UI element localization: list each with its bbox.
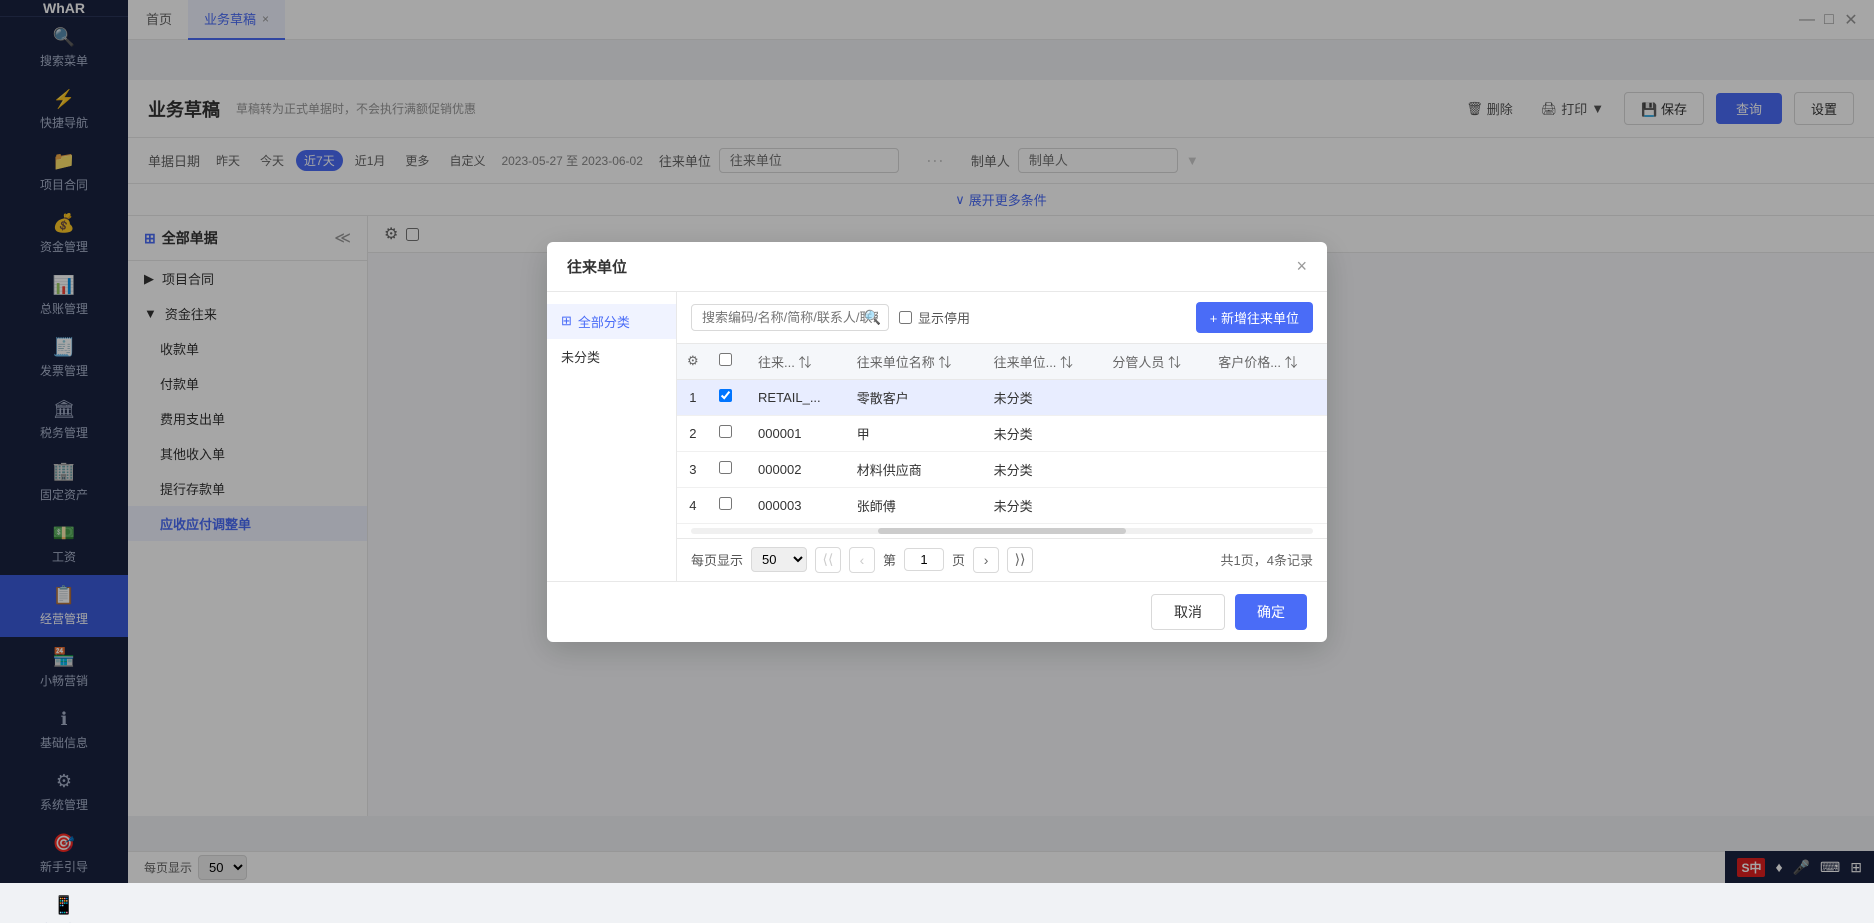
table-header-row: ⚙ 往来... ⇅ 往来单位名称 ⇅ [677, 344, 1327, 380]
row-code: 000001 [748, 415, 847, 451]
page-label: 页 [952, 550, 965, 569]
page-size-label: 每页显示 [691, 550, 743, 569]
row-num: 1 [677, 379, 709, 415]
row-checkbox[interactable] [709, 451, 748, 487]
row-manager [1102, 415, 1208, 451]
row-category: 未分类 [984, 451, 1103, 487]
modal-sidebar-all[interactable]: ⊞ 全部分类 [547, 304, 676, 339]
modal-select-all[interactable] [719, 353, 732, 366]
row-num: 4 [677, 487, 709, 523]
row-name: 材料供应商 [847, 451, 984, 487]
page-number-input[interactable] [904, 548, 944, 571]
row-category: 未分类 [984, 379, 1103, 415]
modal-table: ⚙ 往来... ⇅ 往来单位名称 ⇅ [677, 344, 1327, 524]
modal-toolbar: 🔍 显示停用 + 新增往来单位 [677, 292, 1327, 344]
row-code: RETAIL_... [748, 379, 847, 415]
table-row[interactable]: 2 000001 甲 未分类 [677, 415, 1327, 451]
row-manager [1102, 451, 1208, 487]
sort-icon3: ⇅ [1060, 355, 1073, 370]
row-checkbox[interactable] [709, 487, 748, 523]
row-category: 未分类 [984, 415, 1103, 451]
confirm-button[interactable]: 确定 [1235, 594, 1307, 630]
last-page-button[interactable]: ⟩⟩ [1007, 547, 1033, 573]
th-category[interactable]: 往来单位... ⇅ [984, 344, 1103, 380]
modal-close-button[interactable]: × [1296, 257, 1307, 275]
settings-col-icon: ⚙ [687, 353, 699, 368]
modal-header: 往来单位 × [547, 242, 1327, 292]
th-code[interactable]: 往来... ⇅ [748, 344, 847, 380]
table-row[interactable]: 1 RETAIL_... 零散客户 未分类 [677, 379, 1327, 415]
show-disabled-checkbox[interactable] [899, 311, 912, 324]
modal-main: 🔍 显示停用 + 新增往来单位 ⚙ [677, 292, 1327, 581]
page-jump-label: 第 [883, 550, 896, 569]
row-price [1208, 487, 1327, 523]
row-price [1208, 415, 1327, 451]
row-num: 3 [677, 451, 709, 487]
modal-body: ⊞ 全部分类 未分类 🔍 显示停用 [547, 292, 1327, 581]
row-name: 甲 [847, 415, 984, 451]
th-manager[interactable]: 分管人员 ⇅ [1102, 344, 1208, 380]
scrollbar-thumb[interactable] [878, 528, 1127, 534]
prev-page-button[interactable]: ‹ [849, 547, 875, 573]
th-price[interactable]: 客户价格... ⇅ [1208, 344, 1327, 380]
row-name: 零散客户 [847, 379, 984, 415]
modal-search-icon: 🔍 [864, 309, 881, 326]
row-name: 张師傅 [847, 487, 984, 523]
modal-actions: 取消 确定 [547, 581, 1327, 642]
sort-icon: ⇅ [799, 355, 812, 370]
sort-icon5: ⇅ [1285, 355, 1298, 370]
modal-search-input[interactable] [691, 304, 889, 331]
row-num: 2 [677, 415, 709, 451]
show-disabled-wrap: 显示停用 [899, 308, 970, 327]
th-settings: ⚙ [677, 344, 709, 380]
next-page-button[interactable]: › [973, 547, 999, 573]
table-row[interactable]: 4 000003 张師傅 未分类 [677, 487, 1327, 523]
grid2-icon: ⊞ [561, 313, 572, 329]
row-code: 000002 [748, 451, 847, 487]
partner-modal: 往来单位 × ⊞ 全部分类 未分类 🔍 [547, 242, 1327, 642]
modal-sidebar: ⊞ 全部分类 未分类 [547, 292, 677, 581]
row-manager [1102, 487, 1208, 523]
row-manager [1102, 379, 1208, 415]
row-checkbox[interactable] [709, 379, 748, 415]
horizontal-scrollbar[interactable] [691, 528, 1313, 534]
row-checkbox[interactable] [709, 415, 748, 451]
add-new-button[interactable]: + 新增往来单位 [1196, 302, 1313, 333]
modal-title: 往来单位 [567, 256, 627, 277]
modal-sidebar-unclassified[interactable]: 未分类 [547, 339, 676, 374]
show-disabled-label: 显示停用 [918, 308, 970, 327]
table-row[interactable]: 3 000002 材料供应商 未分类 [677, 451, 1327, 487]
th-name[interactable]: 往来单位名称 ⇅ [847, 344, 984, 380]
page-size-select[interactable]: 50 100 [751, 547, 807, 572]
sort-icon4: ⇅ [1168, 355, 1181, 370]
cancel-button[interactable]: 取消 [1151, 594, 1225, 630]
row-price [1208, 451, 1327, 487]
row-code: 000003 [748, 487, 847, 523]
total-info: 共1页，4条记录 [1221, 550, 1313, 569]
th-checkbox [709, 344, 748, 380]
row-price [1208, 379, 1327, 415]
sort-icon2: ⇅ [938, 355, 951, 370]
first-page-button[interactable]: ⟨⟨ [815, 547, 841, 573]
row-category: 未分类 [984, 487, 1103, 523]
modal-overlay: 往来单位 × ⊞ 全部分类 未分类 🔍 [0, 0, 1874, 883]
modal-footer-bar: 每页显示 50 100 ⟨⟨ ‹ 第 页 › ⟩⟩ 共1页，4条记录 [677, 538, 1327, 581]
search-wrap: 🔍 [691, 304, 889, 331]
